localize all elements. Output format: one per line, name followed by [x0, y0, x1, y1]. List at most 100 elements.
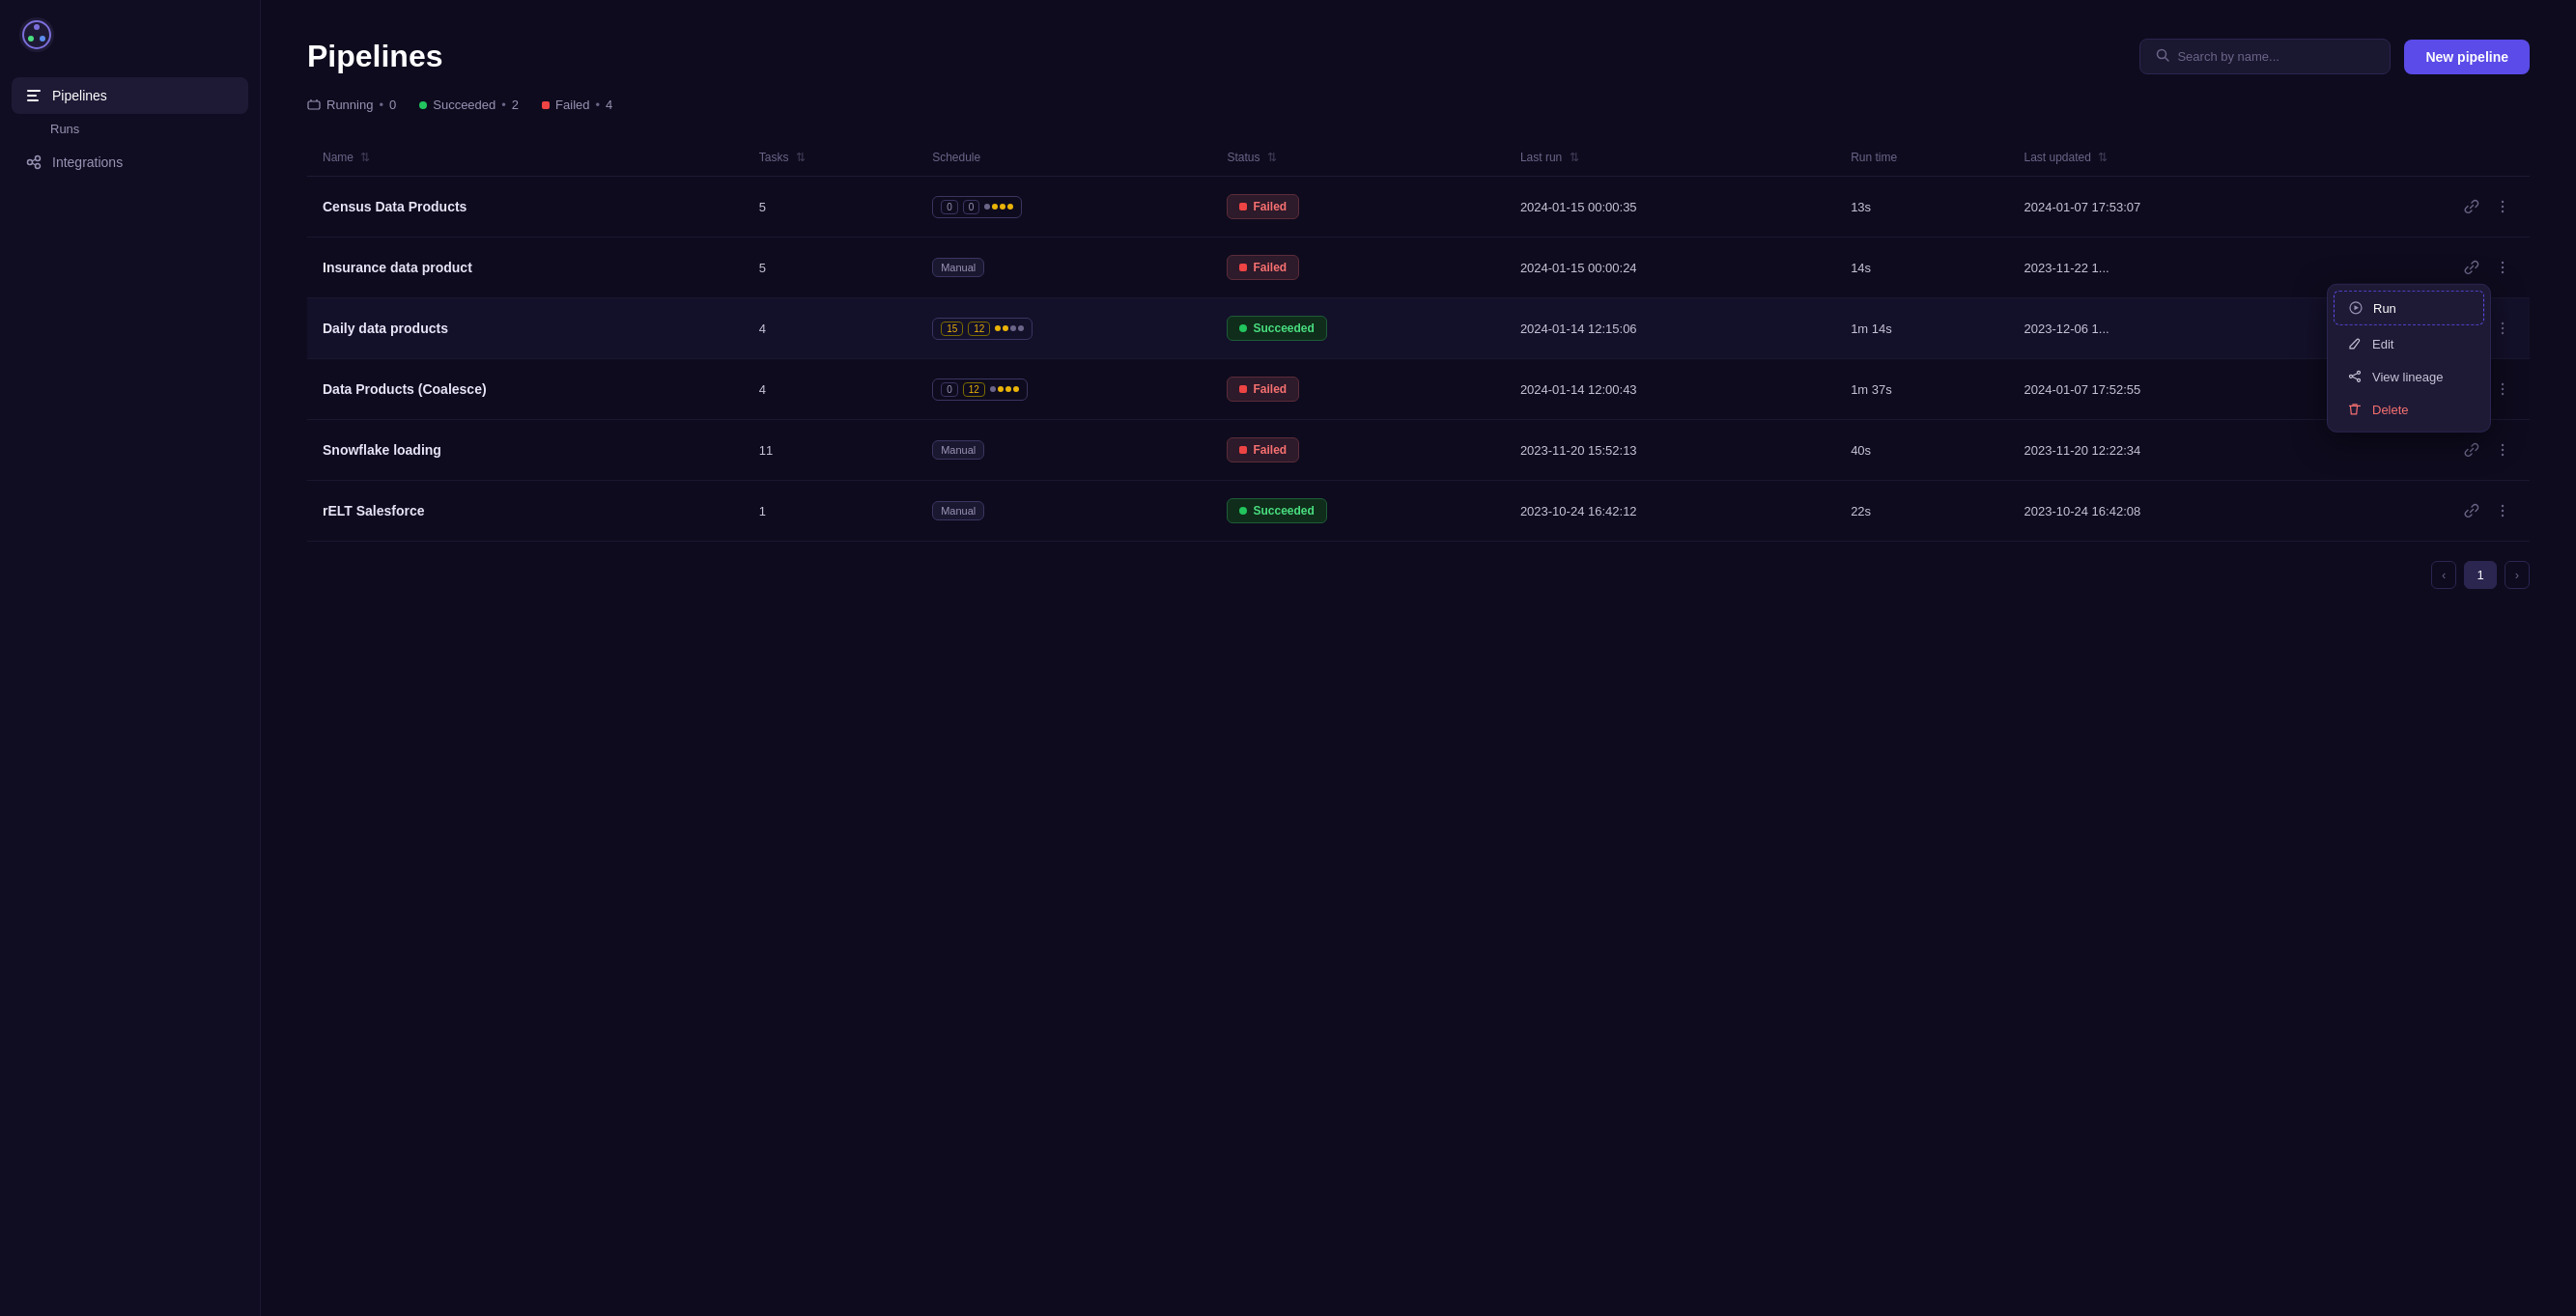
new-pipeline-button[interactable]: New pipeline: [2404, 40, 2530, 74]
pipeline-name-2[interactable]: Insurance data product: [323, 260, 472, 275]
svg-point-39: [2502, 449, 2504, 451]
link-button-5[interactable]: [2460, 438, 2483, 462]
svg-rect-6: [27, 95, 37, 97]
logo: [0, 0, 260, 70]
link-button-2[interactable]: [2460, 256, 2483, 279]
pipeline-name-3[interactable]: Daily data products: [323, 321, 448, 336]
sidebar-item-pipelines-label: Pipelines: [52, 88, 107, 103]
svg-line-12: [33, 163, 36, 165]
context-menu-run[interactable]: Run: [2334, 291, 2484, 325]
svg-rect-5: [27, 90, 41, 92]
context-menu-lineage[interactable]: View lineage: [2334, 360, 2484, 393]
run-time-1: 13s: [1835, 177, 2008, 238]
last-run-6: 2023-10-24 16:42:12: [1505, 481, 1835, 542]
more-button-4[interactable]: [2491, 378, 2514, 401]
pipeline-name-1[interactable]: Census Data Products: [323, 199, 467, 214]
filter-succeeded[interactable]: Succeeded • 2: [419, 98, 519, 112]
pagination: ‹ 1 ›: [307, 542, 2530, 589]
search-box[interactable]: [2139, 39, 2391, 74]
filter-running[interactable]: Running • 0: [307, 98, 396, 112]
filter-running-label: Running: [326, 98, 373, 112]
schedule-4: 0 12: [917, 359, 1211, 420]
svg-point-3: [40, 36, 45, 42]
edit-icon: [2347, 336, 2363, 351]
col-name[interactable]: Name ⇅: [307, 139, 744, 177]
svg-point-8: [28, 160, 33, 165]
run-time-2: 14s: [1835, 238, 2008, 298]
status-5: Failed: [1211, 420, 1504, 481]
link-button-6[interactable]: [2460, 499, 2483, 522]
prev-page-button[interactable]: ‹: [2431, 561, 2456, 589]
svg-point-31: [2358, 378, 2361, 381]
more-button-5[interactable]: [2491, 438, 2514, 462]
table-row: rELT Salesforce 1 Manual Succeeded 2023-…: [307, 481, 2530, 542]
page-title: Pipelines: [307, 39, 443, 74]
lineage-icon: [2347, 369, 2363, 384]
svg-marker-28: [2355, 305, 2360, 310]
search-icon: [2156, 48, 2169, 65]
pipeline-name-6[interactable]: rELT Salesforce: [323, 503, 425, 518]
row-actions-6: [2355, 499, 2514, 522]
svg-line-14: [2166, 58, 2169, 62]
svg-point-42: [2502, 510, 2504, 512]
tasks-4: 4: [744, 359, 917, 420]
more-button-1[interactable]: [2491, 195, 2514, 218]
running-icon: [307, 98, 321, 112]
filter-succeeded-label: Succeeded: [433, 98, 495, 112]
schedule-1: 0 0: [917, 177, 1211, 238]
last-updated-1: 2024-01-07 17:53:07: [2008, 177, 2338, 238]
svg-point-4: [28, 36, 34, 42]
search-input[interactable]: [2177, 49, 2374, 64]
last-updated-3: 2023-12-06 1...: [2008, 298, 2338, 359]
col-last-run[interactable]: Last run ⇅: [1505, 139, 1835, 177]
table-row: Daily data products 4 15 12: [307, 298, 2530, 359]
schedule-2: Manual: [917, 238, 1211, 298]
main-content: Pipelines New pipeline Running: [261, 0, 2576, 1316]
svg-point-0: [19, 17, 54, 52]
tasks-1: 5: [744, 177, 917, 238]
status-1: Failed: [1211, 177, 1504, 238]
filter-succeeded-count: 2: [512, 98, 519, 112]
run-time-5: 40s: [1835, 420, 2008, 481]
context-menu-delete[interactable]: Delete: [2334, 393, 2484, 426]
table-row: Insurance data product 5 Manual Failed 2…: [307, 238, 2530, 298]
pipeline-name-4[interactable]: Data Products (Coalesce): [323, 381, 487, 397]
last-updated-5: 2023-11-20 12:22:34: [2008, 420, 2338, 481]
pipelines-icon: [25, 87, 42, 104]
schedule-5: Manual: [917, 420, 1211, 481]
last-updated-2: 2023-11-22 1...: [2008, 238, 2338, 298]
sidebar-nav: Pipelines Runs Integrations: [0, 70, 260, 1316]
page-1-button[interactable]: 1: [2464, 561, 2496, 589]
table-row: Data Products (Coalesce) 4 0 12: [307, 359, 2530, 420]
more-button-6[interactable]: [2491, 499, 2514, 522]
sidebar-item-pipelines[interactable]: Pipelines: [12, 77, 248, 114]
context-menu-edit[interactable]: Edit: [2334, 327, 2484, 360]
last-run-3: 2024-01-14 12:15:06: [1505, 298, 1835, 359]
more-button-2[interactable]: [2491, 256, 2514, 279]
context-menu: Run Edit: [2327, 284, 2491, 433]
context-delete-label: Delete: [2372, 402, 2409, 416]
filter-failed[interactable]: Failed • 4: [542, 98, 612, 112]
svg-point-9: [36, 156, 41, 161]
sidebar-item-integrations-label: Integrations: [52, 154, 123, 170]
last-run-5: 2023-11-20 15:52:13: [1505, 420, 1835, 481]
sidebar-sub-item-runs[interactable]: Runs: [12, 114, 248, 144]
more-button-3[interactable]: [2491, 317, 2514, 340]
last-updated-6: 2023-10-24 16:42:08: [2008, 481, 2338, 542]
svg-point-26: [2502, 332, 2504, 334]
svg-line-11: [33, 159, 36, 161]
next-page-button[interactable]: ›: [2505, 561, 2530, 589]
pipeline-name-5[interactable]: Snowflake loading: [323, 442, 441, 458]
svg-point-22: [2502, 266, 2504, 268]
col-status[interactable]: Status ⇅: [1211, 139, 1504, 177]
link-button-1[interactable]: [2460, 195, 2483, 218]
svg-point-37: [2502, 393, 2504, 395]
header-right: New pipeline: [2139, 39, 2530, 74]
schedule-6: Manual: [917, 481, 1211, 542]
col-last-updated[interactable]: Last updated ⇅: [2008, 139, 2338, 177]
page-header: Pipelines New pipeline: [307, 39, 2530, 74]
sidebar-item-integrations[interactable]: Integrations: [12, 144, 248, 181]
svg-point-10: [36, 164, 41, 169]
col-tasks[interactable]: Tasks ⇅: [744, 139, 917, 177]
svg-point-40: [2502, 454, 2504, 456]
